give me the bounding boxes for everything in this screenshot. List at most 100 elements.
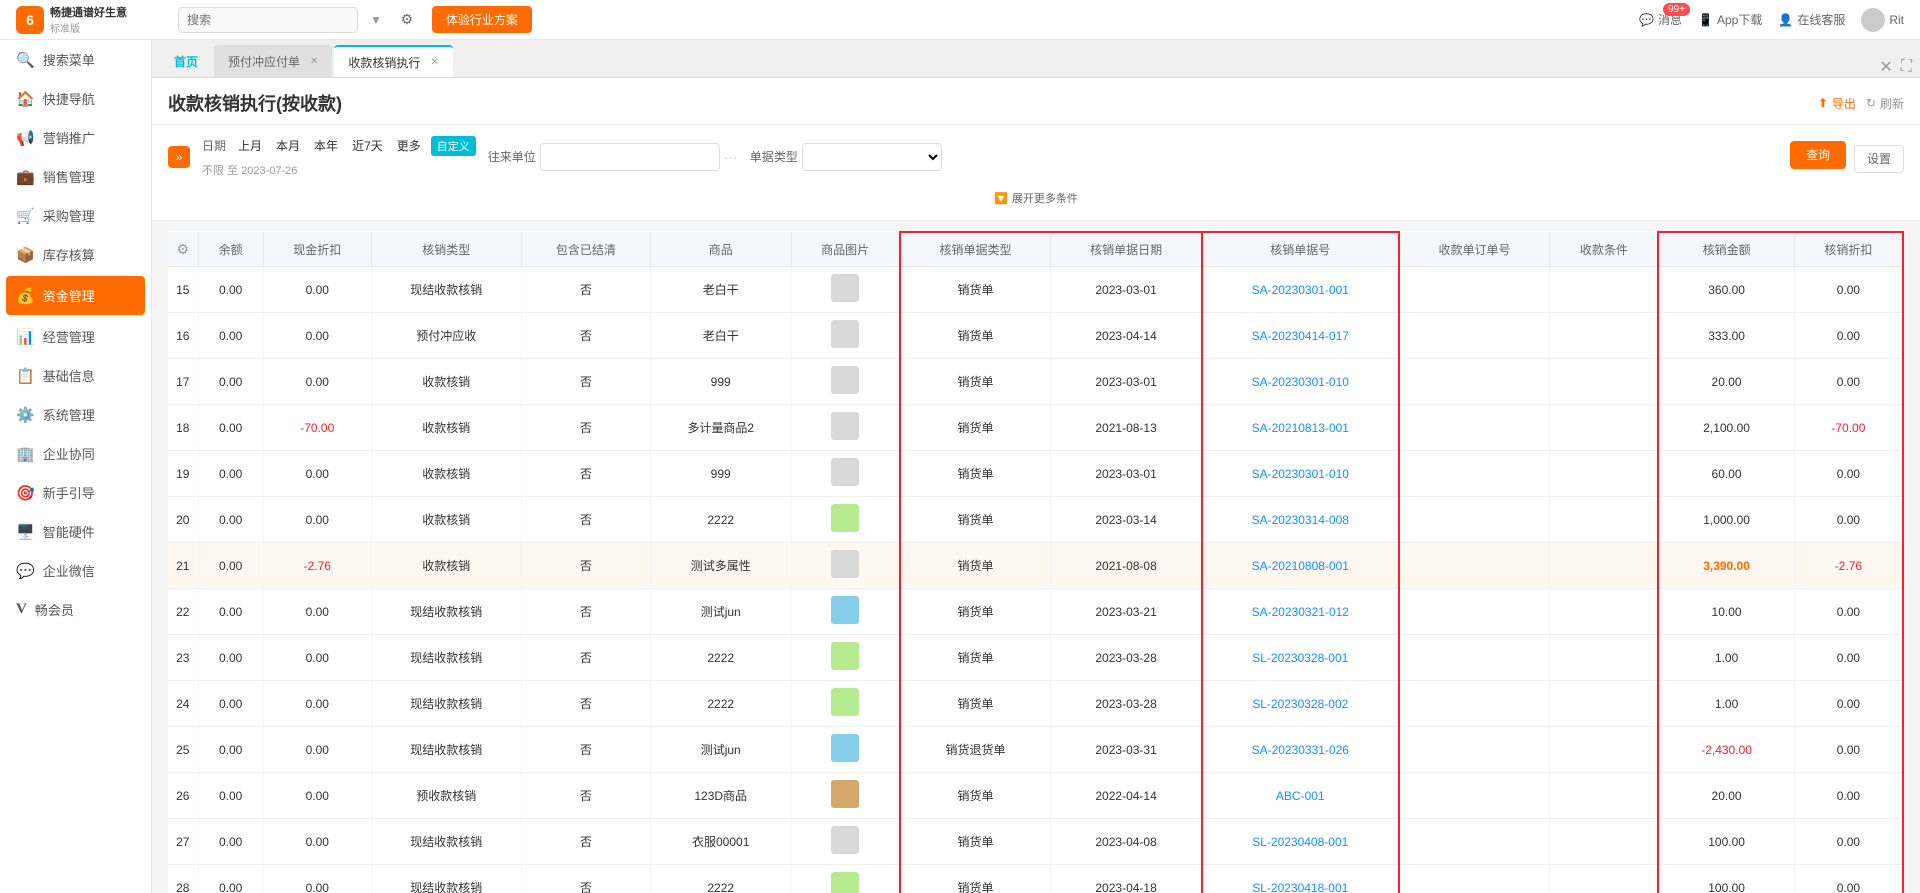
inventory-icon: 📦 — [16, 246, 35, 264]
member-icon: V — [16, 601, 27, 618]
cell-cash-discount: 0.00 — [263, 451, 371, 497]
voucher-no-link[interactable]: SA-20230301-010 — [1252, 467, 1349, 481]
date-btn-more[interactable]: 更多 — [393, 135, 425, 156]
sidebar-item-enterprise[interactable]: 🏢 企业协同 — [0, 434, 151, 473]
voucher-no-link[interactable]: SA-20230301-001 — [1252, 283, 1349, 297]
sidebar-item-inventory[interactable]: 📦 库存核算 — [0, 235, 151, 274]
date-btn-last-month[interactable]: 上月 — [234, 135, 266, 156]
messages-button[interactable]: 💬 消息 99+ — [1639, 11, 1682, 28]
voucher-no-link[interactable]: SA-20230314-008 — [1252, 513, 1349, 527]
sidebar-item-search-menu[interactable]: 🔍 搜索菜单 — [0, 40, 151, 79]
filter-settings-button[interactable]: 设置 — [1854, 145, 1904, 173]
voucher-no-link[interactable]: SA-20230321-012 — [1252, 605, 1349, 619]
cta-button[interactable]: 体验行业方案 — [432, 6, 532, 33]
sidebar-item-sales[interactable]: 💼 销售管理 — [0, 157, 151, 196]
partner-dots-icon[interactable]: ··· — [724, 149, 738, 165]
sidebar-item-marketing[interactable]: 📢 营销推广 — [0, 118, 151, 157]
voucher-no-link[interactable]: SA-20230414-017 — [1252, 329, 1349, 343]
sidebar-item-guide[interactable]: 🎯 新手引导 — [0, 473, 151, 512]
user-profile[interactable]: Rit — [1861, 8, 1904, 32]
tab-prepay-close[interactable]: ✕ — [310, 56, 318, 67]
col-product-header: 商品 — [650, 232, 791, 267]
voucher-no-link[interactable]: SL-20230328-001 — [1252, 651, 1348, 665]
tab-expand-icon[interactable]: ⛶ — [1901, 58, 1912, 76]
sidebar-label: 新手引导 — [43, 483, 95, 502]
cell-product: 测试jun — [650, 589, 791, 635]
cell-voucher-no: SA-20230331-026 — [1202, 727, 1399, 773]
voucher-no-link[interactable]: SA-20210813-001 — [1252, 421, 1349, 435]
cell-voucher-type: 销货退货单 — [900, 727, 1051, 773]
refresh-button[interactable]: ↻ 刷新 — [1866, 95, 1904, 112]
top-bar: 6 畅捷通谱好生意 标准版 ▼ ⚙ 体验行业方案 💬 消息 99+ 📱 App下… — [0, 0, 1920, 40]
voucher-type-select[interactable] — [802, 143, 942, 171]
sidebar-item-purchase[interactable]: 🛒 采购管理 — [0, 196, 151, 235]
col-product-img-header: 商品图片 — [791, 232, 900, 267]
cell-voucher-date: 2022-04-14 — [1051, 773, 1202, 819]
date-btn-this-year[interactable]: 本年 — [310, 135, 342, 156]
filter-arrow-button[interactable]: » — [168, 146, 190, 168]
tab-home[interactable]: 首页 — [160, 45, 212, 77]
voucher-no-link[interactable]: SA-20230301-010 — [1252, 375, 1349, 389]
cell-payment-cond — [1550, 681, 1659, 727]
cell-product-img — [791, 819, 900, 865]
cell-type: 现结收款核销 — [371, 727, 521, 773]
cell-voucher-type: 销货单 — [900, 865, 1051, 893]
voucher-no-link[interactable]: ABC-001 — [1276, 789, 1325, 803]
sales-icon: 💼 — [16, 168, 35, 186]
cell-cash-discount: 0.00 — [263, 359, 371, 405]
voucher-no-link[interactable]: SL-20230328-002 — [1252, 697, 1348, 711]
app-download-button[interactable]: 📱 App下载 — [1698, 11, 1762, 28]
sidebar-item-member[interactable]: V 畅会员 — [0, 590, 151, 629]
mobile-icon: 📱 — [1698, 13, 1713, 27]
voucher-type-label: 单据类型 — [750, 148, 798, 165]
partner-input[interactable] — [540, 143, 720, 171]
voucher-no-link[interactable]: SL-20230408-001 — [1252, 835, 1348, 849]
sidebar-item-finance[interactable]: 💰 资金管理 — [6, 276, 145, 315]
expand-more-icon: 🔽 — [994, 192, 1008, 205]
date-btn-custom[interactable]: 自定义 — [431, 136, 476, 156]
cell-no: 17 — [168, 359, 198, 405]
tab-bar: 首页 预付冲应付单 ✕ 收款核销执行 ✕ ✕ ⛶ — [152, 40, 1920, 78]
export-button[interactable]: ⬆ 导出 — [1818, 95, 1856, 112]
col-voucher-no-header: 核销单据号 — [1202, 232, 1399, 267]
settings-icon[interactable]: ⚙ — [394, 7, 420, 33]
sidebar-item-quick-nav[interactable]: 🏠 快捷导航 — [0, 79, 151, 118]
date-btn-7days[interactable]: 近7天 — [348, 135, 387, 156]
filter-row-1: » 日期 上月 本月 本年 近7天 更多 自定义 — [168, 135, 1904, 178]
col-discount-header: 核销折扣 — [1794, 232, 1903, 267]
sidebar-item-wechat[interactable]: 💬 企业微信 — [0, 551, 151, 590]
query-button[interactable]: 查询 — [1790, 141, 1846, 169]
tab-prepay[interactable]: 预付冲应付单 ✕ — [214, 45, 332, 77]
cell-included: 否 — [521, 497, 650, 543]
tab-close-all-icon[interactable]: ✕ — [1879, 57, 1892, 77]
online-service-button[interactable]: 👤 在线客服 — [1778, 11, 1845, 28]
sidebar-item-system[interactable]: ⚙️ 系统管理 — [0, 395, 151, 434]
tab-collection[interactable]: 收款核销执行 ✕ — [334, 45, 452, 77]
cell-voucher-date: 2023-03-28 — [1051, 681, 1202, 727]
cell-discount: 0.00 — [1794, 773, 1903, 819]
cell-product-img — [791, 359, 900, 405]
cell-included: 否 — [521, 819, 650, 865]
sidebar-item-business[interactable]: 📊 经营管理 — [0, 317, 151, 356]
sidebar-label: 采购管理 — [43, 206, 95, 225]
cell-order-no — [1399, 727, 1550, 773]
voucher-no-link[interactable]: SA-20230331-026 — [1252, 743, 1349, 757]
cell-order-no — [1399, 819, 1550, 865]
cell-product-img — [791, 773, 900, 819]
sidebar-item-hardware[interactable]: 🖥️ 智能硬件 — [0, 512, 151, 551]
voucher-no-link[interactable]: SL-20230418-001 — [1252, 881, 1348, 893]
sidebar-item-base-info[interactable]: 📋 基础信息 — [0, 356, 151, 395]
voucher-no-link[interactable]: SA-20210808-001 — [1252, 559, 1349, 573]
col-cash-discount-header: 现金折扣 — [263, 232, 371, 267]
tab-collection-close[interactable]: ✕ — [430, 57, 438, 68]
expand-more-button[interactable]: 🔽 展开更多条件 — [168, 186, 1904, 210]
date-btn-this-month[interactable]: 本月 — [272, 135, 304, 156]
column-settings-icon[interactable]: ⚙ — [176, 241, 189, 257]
top-search-input[interactable] — [178, 7, 358, 33]
cell-voucher-date: 2023-03-31 — [1051, 727, 1202, 773]
table-row: 18 0.00 -70.00 收款核销 否 多计量商品2 销货单 2021-08… — [168, 405, 1903, 451]
cell-discount: 0.00 — [1794, 819, 1903, 865]
logo-text-block: 畅捷通谱好生意 标准版 — [50, 4, 127, 35]
cell-balance: 0.00 — [198, 497, 263, 543]
logo-title: 畅捷通谱好生意 — [50, 4, 127, 20]
